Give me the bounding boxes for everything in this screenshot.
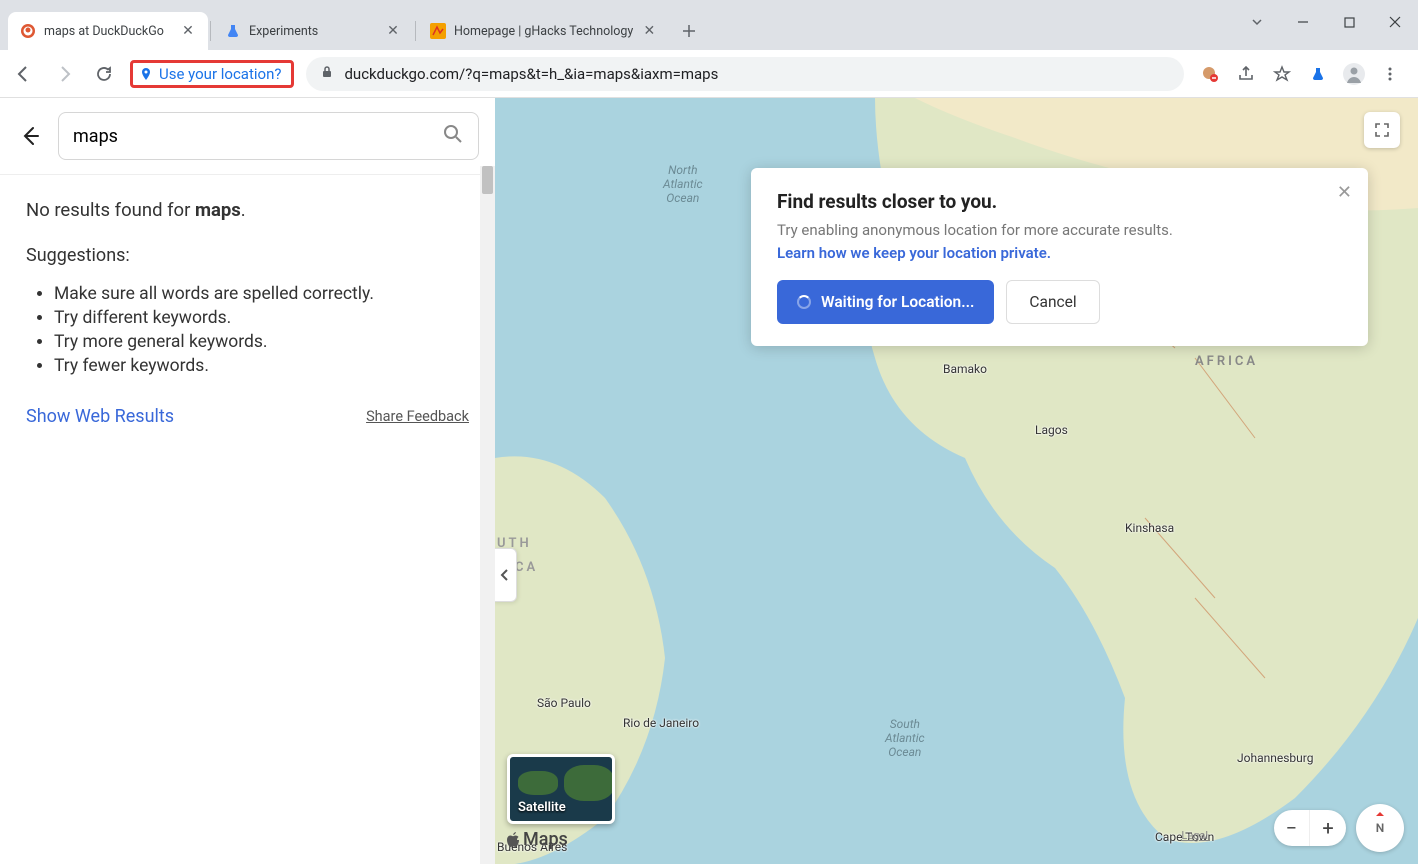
location-pin-icon <box>139 67 153 81</box>
close-icon[interactable]: ✕ <box>1337 182 1352 203</box>
search-icon[interactable] <box>442 123 464 149</box>
close-icon[interactable]: ✕ <box>641 23 657 39</box>
maximize-button[interactable] <box>1326 6 1372 38</box>
duckduckgo-icon <box>20 23 36 39</box>
spinner-icon <box>797 295 811 309</box>
new-tab-button[interactable] <box>675 17 703 45</box>
search-input[interactable] <box>73 126 442 147</box>
suggestion-item: Try fewer keywords. <box>54 356 469 376</box>
share-feedback-link[interactable]: Share Feedback <box>366 408 469 425</box>
share-icon[interactable] <box>1232 60 1260 88</box>
no-results-text: No results found for maps. <box>26 199 469 221</box>
cancel-button[interactable]: Cancel <box>1006 280 1099 324</box>
ghacks-icon <box>430 23 446 39</box>
reload-button[interactable] <box>86 56 122 92</box>
suggestions-list: Make sure all words are spelled correctl… <box>26 284 469 376</box>
results-panel: No results found for maps. Suggestions: … <box>0 175 495 451</box>
tab-maps[interactable]: maps at DuckDuckGo ✕ <box>8 12 208 50</box>
cookie-blocked-icon[interactable] <box>1196 60 1224 88</box>
lock-icon <box>320 64 334 83</box>
profile-avatar[interactable] <box>1340 60 1368 88</box>
browser-tabstrip: maps at DuckDuckGo ✕ Experiments ✕ Homep… <box>0 0 1418 50</box>
dialog-body: Try enabling anonymous location for more… <box>777 221 1342 239</box>
use-location-prompt[interactable]: Use your location? <box>130 60 294 88</box>
window-controls <box>1234 6 1418 38</box>
results-back-button[interactable] <box>16 122 44 150</box>
tab-ghacks[interactable]: Homepage | gHacks Technology ✕ <box>418 12 669 50</box>
zoom-out-button[interactable]: − <box>1274 810 1310 846</box>
browser-toolbar: Use your location? duckduckgo.com/?q=map… <box>0 50 1418 98</box>
close-icon[interactable]: ✕ <box>180 23 196 39</box>
back-button[interactable] <box>6 56 42 92</box>
enable-location-button[interactable]: Waiting for Location... <box>777 280 994 324</box>
menu-icon[interactable] <box>1376 60 1404 88</box>
tab-separator <box>415 21 416 41</box>
suggestion-item: Try different keywords. <box>54 308 469 328</box>
suggestion-item: Make sure all words are spelled correctl… <box>54 284 469 304</box>
chevron-down-icon[interactable] <box>1234 6 1280 38</box>
tab-experiments[interactable]: Experiments ✕ <box>213 12 413 50</box>
extensions-flask-icon[interactable] <box>1304 60 1332 88</box>
satellite-label: Satellite <box>518 800 566 815</box>
use-location-label: Use your location? <box>159 65 281 83</box>
toolbar-actions <box>1188 60 1412 88</box>
flask-icon <box>225 23 241 39</box>
legal-link[interactable]: Legal <box>1181 829 1208 842</box>
dialog-title: Find results closer to you. <box>777 190 1342 213</box>
apple-icon <box>505 831 521 849</box>
scrollbar-thumb[interactable] <box>482 166 493 194</box>
sidebar-scrollbar[interactable] <box>480 166 495 864</box>
location-dialog: ✕ Find results closer to you. Try enabli… <box>751 168 1368 346</box>
bookmark-star-icon[interactable] <box>1268 60 1296 88</box>
close-window-button[interactable] <box>1372 6 1418 38</box>
page-content: No results found for maps. Suggestions: … <box>0 98 1418 864</box>
compass-button[interactable]: N <box>1356 804 1404 852</box>
show-web-results-link[interactable]: Show Web Results <box>26 406 174 427</box>
suggestion-item: Try more general keywords. <box>54 332 469 352</box>
tab-separator <box>210 21 211 41</box>
minimize-button[interactable] <box>1280 6 1326 38</box>
tab-title: Homepage | gHacks Technology <box>454 24 633 39</box>
map-canvas[interactable]: North Atlantic Ocean South Atlantic Ocea… <box>495 98 1418 864</box>
dialog-learn-more-link[interactable]: Learn how we keep your location private. <box>777 244 1051 262</box>
zoom-in-button[interactable]: + <box>1310 810 1346 846</box>
forward-button[interactable] <box>46 56 82 92</box>
tab-title: Experiments <box>249 24 377 39</box>
collapse-sidebar-button[interactable] <box>495 548 517 602</box>
close-icon[interactable]: ✕ <box>385 23 401 39</box>
search-row <box>0 98 495 175</box>
results-sidebar: No results found for maps. Suggestions: … <box>0 98 495 864</box>
tab-title: maps at DuckDuckGo <box>44 24 172 39</box>
search-box[interactable] <box>58 112 479 160</box>
apple-maps-attribution: Maps <box>505 829 568 850</box>
results-actions: Show Web Results Share Feedback <box>26 406 469 427</box>
address-bar[interactable]: duckduckgo.com/?q=maps&t=h_&ia=maps&iaxm… <box>306 57 1184 91</box>
suggestions-heading: Suggestions: <box>26 245 469 266</box>
url-text: duckduckgo.com/?q=maps&t=h_&ia=maps&iaxm… <box>344 65 718 83</box>
fullscreen-button[interactable] <box>1364 112 1400 148</box>
zoom-controls: − + <box>1274 810 1346 846</box>
satellite-toggle[interactable]: Satellite <box>507 754 615 824</box>
